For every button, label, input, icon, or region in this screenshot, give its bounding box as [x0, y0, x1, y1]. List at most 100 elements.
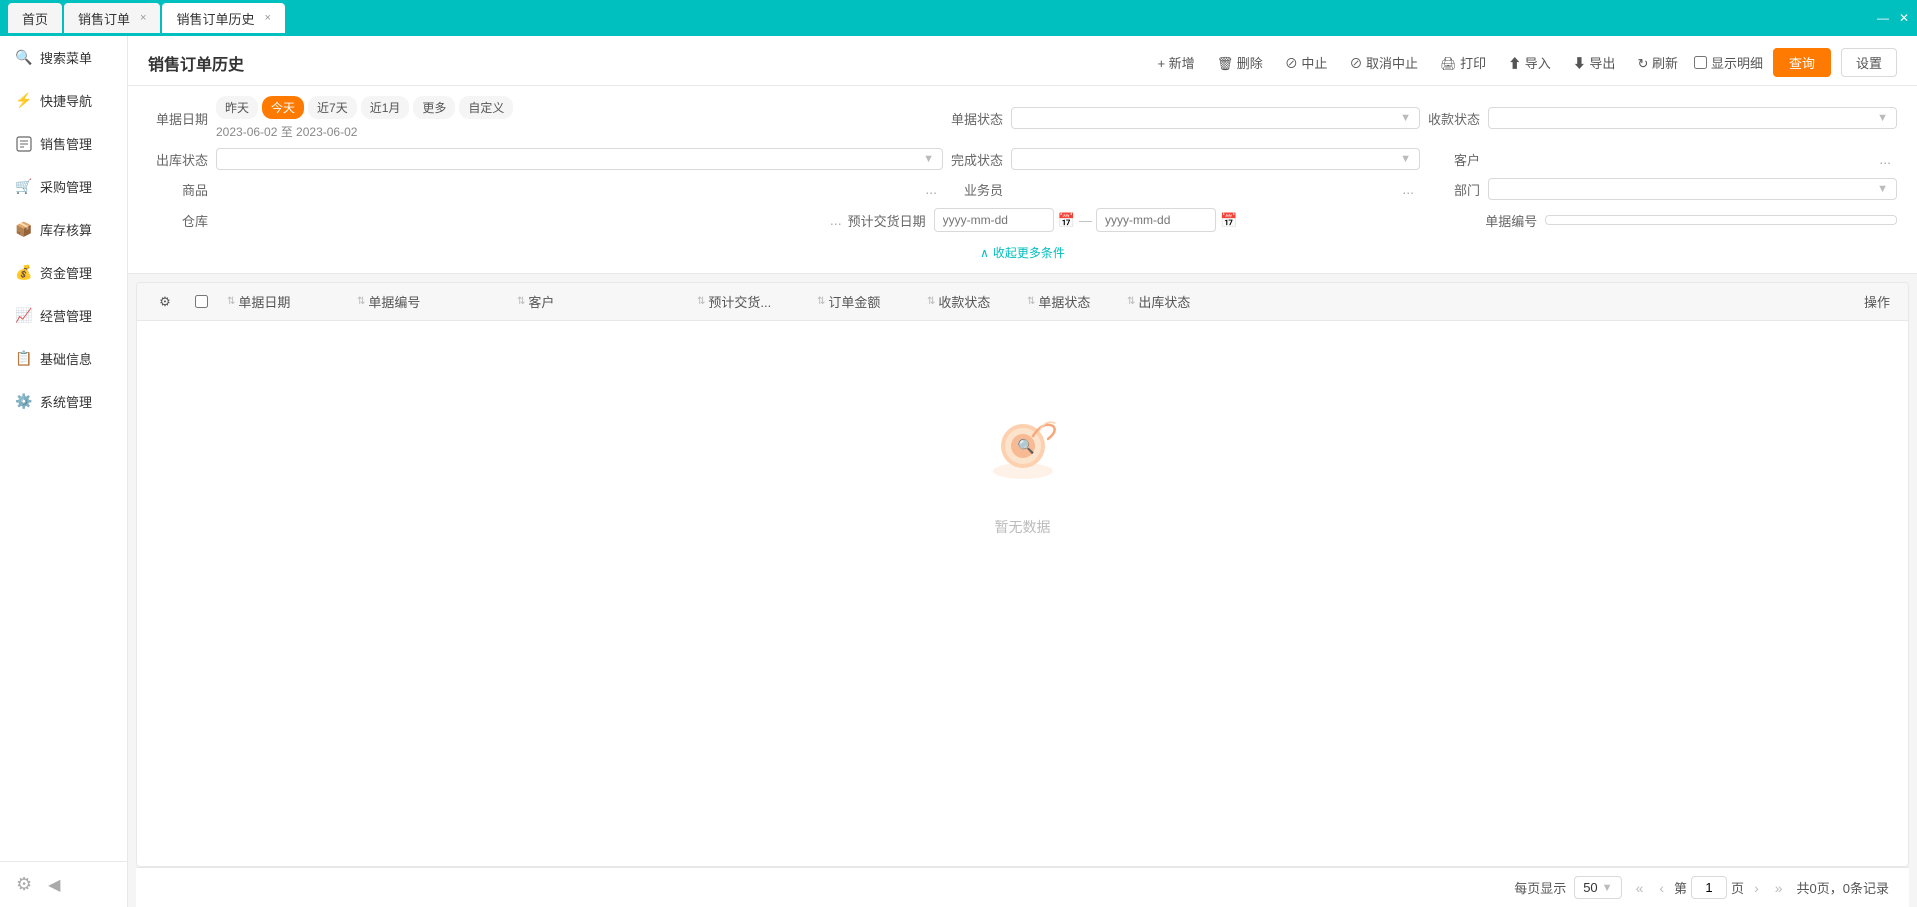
th-no[interactable]: ⇅ 单据编号 [349, 292, 509, 311]
svg-text:🔍: 🔍 [1017, 437, 1034, 455]
order-no-input[interactable] [1545, 215, 1897, 225]
table-header: ⚙ ⇅ 单据日期 ⇅ 单据编号 ⇅ 客户 ⇅ [137, 283, 1908, 321]
sidebar-settings-icon[interactable]: ⚙ [16, 874, 32, 895]
current-page-input[interactable] [1691, 876, 1727, 899]
sidebar-item-sales[interactable]: 销售管理 [0, 122, 127, 165]
th-stock-label: 出库状态 [1138, 292, 1190, 311]
order-status-select[interactable]: ▼ [1011, 107, 1420, 129]
stop-button[interactable]: ⊘ 中止 [1279, 51, 1334, 74]
th-gear[interactable]: ⚙ [147, 294, 183, 310]
tab-sales-order[interactable]: 销售订单 × [64, 3, 160, 33]
tab-home[interactable]: 首页 [8, 3, 62, 33]
show-detail-label: 显示明细 [1711, 53, 1763, 72]
sidebar-item-inventory[interactable]: 📦 库存核算 [0, 208, 127, 251]
date-tab-today[interactable]: 今天 [262, 96, 304, 119]
stock-out-label: 出库状态 [148, 150, 208, 169]
next-page-button[interactable]: › [1748, 878, 1765, 898]
sidebar-item-search-menu[interactable]: 🔍 搜索菜单 [0, 36, 127, 79]
payment-status-label: 收款状态 [1420, 109, 1480, 128]
dept-chevron: ▼ [1877, 183, 1888, 195]
sidebar-item-basic[interactable]: 📋 基础信息 [0, 337, 127, 380]
salesperson-control: ... [1011, 179, 1420, 199]
th-date[interactable]: ⇅ 单据日期 [219, 292, 349, 311]
prev-page-button[interactable]: ‹ [1653, 878, 1670, 898]
delivery-date-to[interactable] [1096, 208, 1216, 232]
empty-text: 暂无数据 [995, 517, 1051, 537]
th-customer[interactable]: ⇅ 客户 [509, 292, 689, 311]
select-all-checkbox[interactable] [195, 295, 208, 308]
sidebar-item-operation[interactable]: 📈 经营管理 [0, 294, 127, 337]
first-page-button[interactable]: « [1630, 878, 1650, 898]
sort-delivery-icon: ⇅ [697, 296, 705, 307]
page-size-select[interactable]: 50 ▼ [1574, 876, 1621, 899]
warehouse-input[interactable] [216, 216, 820, 224]
sort-pay-icon: ⇅ [927, 296, 935, 307]
top-bar: 首页 销售订单 × 销售订单历史 × — ✕ [0, 0, 1917, 36]
close-icon[interactable]: ✕ [1899, 11, 1909, 25]
sidebar: 🔍 搜索菜单 ⚡ 快捷导航 销售管理 🛒 采购管理 📦 库存核算 💰 资金管理 … [0, 36, 128, 907]
sidebar-item-capital-label: 资金管理 [40, 263, 92, 282]
sidebar-bottom: ⚙ ◀ [0, 861, 127, 907]
date-tab-more[interactable]: 更多 [413, 96, 455, 119]
cancel-stop-button[interactable]: ⊘ 取消中止 [1343, 51, 1424, 74]
set-button[interactable]: 设置 [1841, 48, 1897, 77]
system-icon: ⚙️ [16, 394, 32, 410]
filter-product: 商品 ... [148, 179, 943, 199]
warehouse-dots[interactable]: ... [824, 210, 848, 230]
tab-sales-order-close[interactable]: × [140, 12, 146, 24]
sidebar-item-system[interactable]: ⚙️ 系统管理 [0, 380, 127, 423]
salesperson-input[interactable] [1011, 185, 1392, 193]
top-bar-right: — ✕ [1877, 11, 1909, 25]
minimize-icon[interactable]: — [1877, 11, 1889, 25]
delivery-date-from-cal[interactable]: 📅 [1058, 212, 1075, 229]
warehouse-label: 仓库 [148, 211, 208, 230]
collapse-bar[interactable]: ∧ 收起更多条件 [148, 240, 1897, 263]
dept-select[interactable]: ▼ [1488, 178, 1897, 200]
delivery-date-to-cal[interactable]: 📅 [1220, 212, 1237, 229]
export-button[interactable]: ⬇ 导出 [1567, 51, 1622, 74]
content: 销售订单历史 + 新增 🗑 删除 ⊘ 中止 ⊘ 取消中止 🖨 打印 ⬆ 导入 ⬇… [128, 36, 1917, 907]
date-range-display: 2023-06-02 至 2023-06-02 [216, 123, 357, 140]
show-detail-input[interactable] [1694, 56, 1707, 69]
print-button[interactable]: 🖨 打印 [1434, 51, 1492, 74]
sidebar-item-purchase[interactable]: 🛒 采购管理 [0, 165, 127, 208]
customer-dots[interactable]: ... [1873, 149, 1897, 169]
page-title: 销售订单历史 [148, 51, 244, 75]
basic-icon: 📋 [16, 351, 32, 367]
complete-select[interactable]: ▼ [1011, 148, 1420, 170]
delete-button[interactable]: 🗑 删除 [1211, 51, 1269, 74]
page-nav: « ‹ 第 页 › » [1630, 876, 1789, 899]
th-order-status[interactable]: ⇅ 单据状态 [1019, 292, 1119, 311]
tab-sales-order-history-close[interactable]: × [264, 12, 270, 24]
add-button[interactable]: + 新增 [1151, 51, 1200, 74]
refresh-button[interactable]: ↻ 刷新 [1631, 51, 1684, 74]
sidebar-item-capital[interactable]: 💰 资金管理 [0, 251, 127, 294]
th-check[interactable] [183, 295, 219, 308]
date-tab-1month[interactable]: 近1月 [361, 96, 410, 119]
tab-sales-order-history[interactable]: 销售订单历史 × [162, 3, 284, 33]
date-tab-yesterday[interactable]: 昨天 [216, 96, 258, 119]
product-input[interactable] [216, 185, 915, 193]
customer-input[interactable] [1488, 155, 1869, 163]
import-button[interactable]: ⬆ 导入 [1502, 51, 1557, 74]
last-page-button[interactable]: » [1769, 878, 1789, 898]
th-delivery[interactable]: ⇅ 预计交货... [689, 292, 809, 311]
date-tab-7days[interactable]: 近7天 [308, 96, 357, 119]
sidebar-item-quick-nav[interactable]: ⚡ 快捷导航 [0, 79, 127, 122]
show-detail-checkbox[interactable]: 显示明细 [1694, 53, 1763, 72]
filter-row-4: 仓库 ... 预计交货日期 📅 — 📅 [148, 208, 1897, 232]
sidebar-collapse-icon[interactable]: ◀ [48, 875, 60, 895]
query-button[interactable]: 查询 [1773, 48, 1831, 77]
th-stock-status[interactable]: ⇅ 出库状态 [1119, 292, 1219, 311]
th-amount[interactable]: ⇅ 订单金额 [809, 292, 919, 311]
sidebar-item-search-menu-label: 搜索菜单 [40, 48, 92, 67]
salesperson-dots[interactable]: ... [1396, 179, 1420, 199]
page-size-value: 50 [1583, 880, 1597, 895]
th-pay-status[interactable]: ⇅ 收款状态 [919, 292, 1019, 311]
product-dots[interactable]: ... [919, 179, 943, 199]
date-tab-custom[interactable]: 自定义 [459, 96, 513, 119]
delivery-date-from[interactable] [934, 208, 1054, 232]
stock-out-select[interactable]: ▼ [216, 148, 943, 170]
payment-status-select[interactable]: ▼ [1488, 107, 1897, 129]
th-customer-label: 客户 [528, 292, 554, 311]
